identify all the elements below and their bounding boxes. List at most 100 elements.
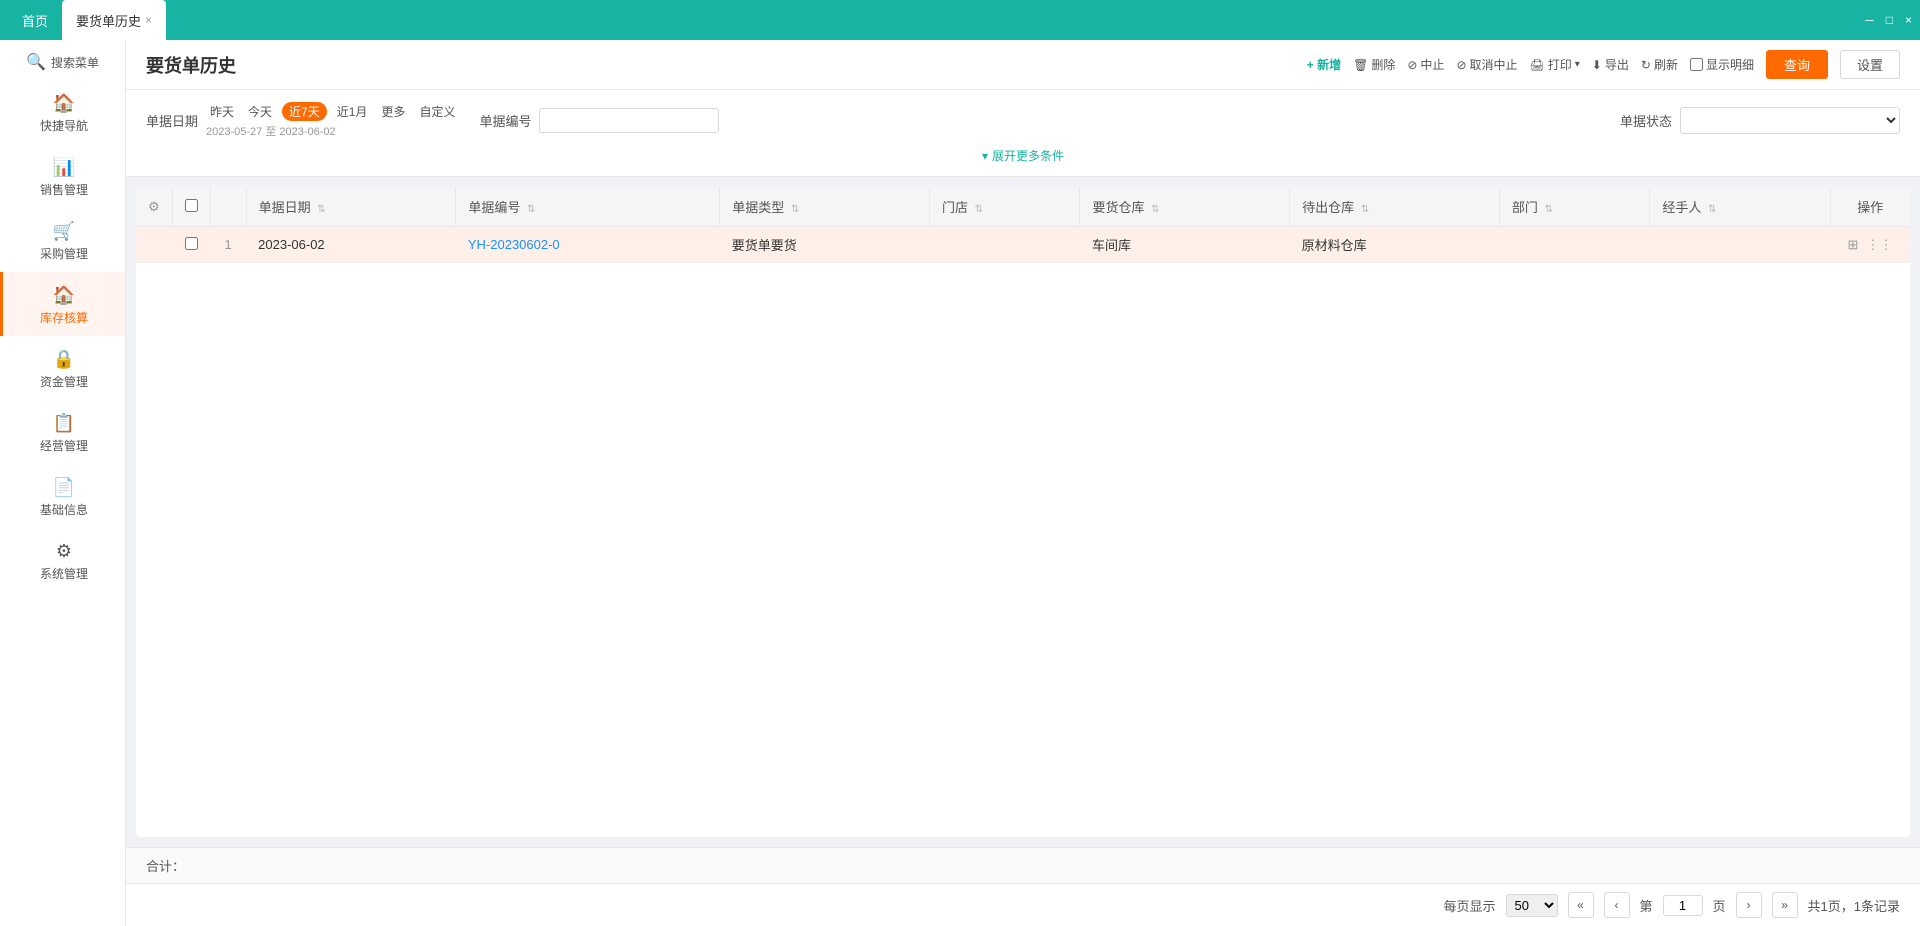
date-range-display: 2023-05-27 至 2023-06-02 xyxy=(206,123,459,139)
row-more-icon[interactable]: ⋮⋮ xyxy=(1866,237,1892,253)
prev-page-button[interactable]: ‹ xyxy=(1604,892,1630,918)
close-button[interactable]: × xyxy=(1905,13,1912,27)
lock-icon: 🔒 xyxy=(53,350,75,368)
row-action-icons: ⊞ ⋮⋮ xyxy=(1842,237,1898,253)
last-page-button[interactable]: » xyxy=(1772,892,1798,918)
sidebar-item-operation-label: 经营管理 xyxy=(40,437,88,454)
sidebar-item-basic-info[interactable]: 📄 基础信息 xyxy=(0,464,125,528)
select-all-checkbox[interactable] xyxy=(185,199,198,212)
cancel-stop-label: 取消中止 xyxy=(1470,56,1518,73)
refresh-label: 刷新 xyxy=(1654,56,1678,73)
sidebar-item-basic-info-label: 基础信息 xyxy=(40,501,88,518)
next-page-button[interactable]: › xyxy=(1736,892,1762,918)
row-handler-cell xyxy=(1650,227,1830,263)
col-pending-warehouse[interactable]: 待出仓库 ⇅ xyxy=(1290,187,1500,227)
col-settings[interactable]: ⚙ xyxy=(136,187,172,227)
row-type: 要货单要货 xyxy=(732,238,797,253)
sort-req-warehouse-icon: ⇅ xyxy=(1151,204,1159,215)
expand-more-button[interactable]: ▾ 展开更多条件 xyxy=(146,147,1900,164)
doc-status-label: 单据状态 xyxy=(1620,111,1672,130)
query-button[interactable]: 查询 xyxy=(1766,50,1828,79)
date-filter: 单据日期 昨天 今天 近7天 近1月 更多 自定义 2023-05-27 至 2… xyxy=(146,102,459,139)
delete-icon: 🗑 xyxy=(1353,58,1368,72)
date-shortcuts: 昨天 今天 近7天 近1月 更多 自定义 2023-05-27 至 2023-0… xyxy=(206,102,459,139)
row-checkbox[interactable] xyxy=(185,237,198,250)
tab-home[interactable]: 首页 xyxy=(8,0,62,40)
table-area: ⚙ 单据日期 ⇅ 单据编号 ⇅ xyxy=(136,187,1910,837)
maximize-button[interactable]: □ xyxy=(1886,13,1893,27)
col-date-label: 单据日期 xyxy=(259,200,311,215)
page-number-input[interactable] xyxy=(1663,895,1703,916)
col-store-label: 门店 xyxy=(942,200,968,215)
doc-status-select[interactable] xyxy=(1680,107,1900,134)
col-department[interactable]: 部门 ⇅ xyxy=(1499,187,1649,227)
doc-number-input[interactable] xyxy=(539,108,719,133)
row-checkbox-cell[interactable] xyxy=(172,227,210,263)
add-button[interactable]: + 新增 xyxy=(1307,56,1341,73)
sidebar-item-quick-nav[interactable]: 🏠 快捷导航 xyxy=(0,80,125,144)
row-type-cell: 要货单要货 xyxy=(720,227,930,263)
sidebar-item-sales[interactable]: 📊 销售管理 xyxy=(0,144,125,208)
tab-requisition-history[interactable]: 要货单历史 × xyxy=(62,0,166,40)
operation-icon: 📋 xyxy=(53,414,75,432)
col-rownum xyxy=(210,187,246,227)
print-label: 打印 xyxy=(1548,56,1572,73)
page-title: 要货单历史 xyxy=(146,52,236,78)
date-more[interactable]: 更多 xyxy=(377,102,409,121)
row-num: 1 xyxy=(225,237,232,252)
row-view-icon[interactable]: ⊞ xyxy=(1848,237,1859,253)
sidebar-item-inventory[interactable]: 🏠 库存核算 xyxy=(0,272,125,336)
col-checkbox xyxy=(172,187,210,227)
print-button[interactable]: 🖨 打印 ▾ xyxy=(1530,56,1580,73)
date-last7days[interactable]: 近7天 xyxy=(282,102,327,121)
export-icon: ⬇ xyxy=(1592,58,1602,72)
sidebar-item-system[interactable]: ⚙ 系统管理 xyxy=(0,528,125,592)
table-row: 1 2023-06-02 YH-20230602-0 要货单要货 xyxy=(136,227,1910,263)
col-type[interactable]: 单据类型 ⇅ xyxy=(720,187,930,227)
first-page-button[interactable]: « xyxy=(1568,892,1594,918)
refresh-button[interactable]: ↻ 刷新 xyxy=(1641,56,1678,73)
stop-button[interactable]: ⊘ 中止 xyxy=(1407,56,1444,73)
col-req-warehouse-label: 要货仓库 xyxy=(1092,200,1144,215)
delete-button[interactable]: 🗑 删除 xyxy=(1353,56,1395,73)
col-store[interactable]: 门店 ⇅ xyxy=(929,187,1079,227)
col-number[interactable]: 单据编号 ⇅ xyxy=(456,187,720,227)
date-today[interactable]: 今天 xyxy=(244,102,276,121)
document-icon: 📄 xyxy=(53,478,75,496)
page-unit-label: 页 xyxy=(1713,896,1726,915)
tab-close-icon[interactable]: × xyxy=(145,13,152,27)
minimize-button[interactable]: ─ xyxy=(1865,13,1874,27)
col-handler-label: 经手人 xyxy=(1662,200,1701,215)
settings-button[interactable]: 设置 xyxy=(1840,50,1900,79)
row-store-cell xyxy=(929,227,1079,263)
sidebar-search-label: 搜索菜单 xyxy=(51,54,99,71)
sidebar-search[interactable]: 🔍 搜索菜单 xyxy=(0,40,125,80)
col-date[interactable]: 单据日期 ⇅ xyxy=(246,187,456,227)
col-req-warehouse[interactable]: 要货仓库 ⇅ xyxy=(1080,187,1290,227)
page-header: 要货单历史 + 新增 🗑 删除 ⊘ 中止 ⊘ 取消中止 🖨 xyxy=(126,40,1920,90)
cancel-stop-button[interactable]: ⊘ 取消中止 xyxy=(1456,56,1517,73)
sidebar-item-purchase[interactable]: 🛒 采购管理 xyxy=(0,208,125,272)
row-number-link[interactable]: YH-20230602-0 xyxy=(468,237,560,252)
sort-date-icon: ⇅ xyxy=(317,204,325,215)
cart-icon: 🛒 xyxy=(53,222,75,240)
date-custom[interactable]: 自定义 xyxy=(415,102,459,121)
col-number-label: 单据编号 xyxy=(468,200,520,215)
col-department-label: 部门 xyxy=(1512,200,1538,215)
date-yesterday[interactable]: 昨天 xyxy=(206,102,238,121)
sidebar-item-operation[interactable]: 📋 经营管理 xyxy=(0,400,125,464)
date-last1month[interactable]: 近1月 xyxy=(333,102,372,121)
display-cell-checkbox[interactable] xyxy=(1690,58,1703,71)
refresh-icon: ↻ xyxy=(1641,58,1651,72)
sidebar-item-finance[interactable]: 🔒 资金管理 xyxy=(0,336,125,400)
col-action: 操作 xyxy=(1830,187,1910,227)
sort-handler-icon: ⇅ xyxy=(1708,204,1716,215)
col-type-label: 单据类型 xyxy=(732,200,784,215)
col-handler[interactable]: 经手人 ⇅ xyxy=(1650,187,1830,227)
row-number-cell: YH-20230602-0 xyxy=(456,227,720,263)
export-button[interactable]: ⬇ 导出 xyxy=(1592,56,1629,73)
display-cell-toggle[interactable]: 显示明细 xyxy=(1690,56,1754,73)
per-page-select[interactable]: 50 10 20 100 xyxy=(1506,894,1558,917)
sort-department-icon: ⇅ xyxy=(1545,204,1553,215)
row-pending-warehouse-cell: 原材料仓库 xyxy=(1290,227,1500,263)
